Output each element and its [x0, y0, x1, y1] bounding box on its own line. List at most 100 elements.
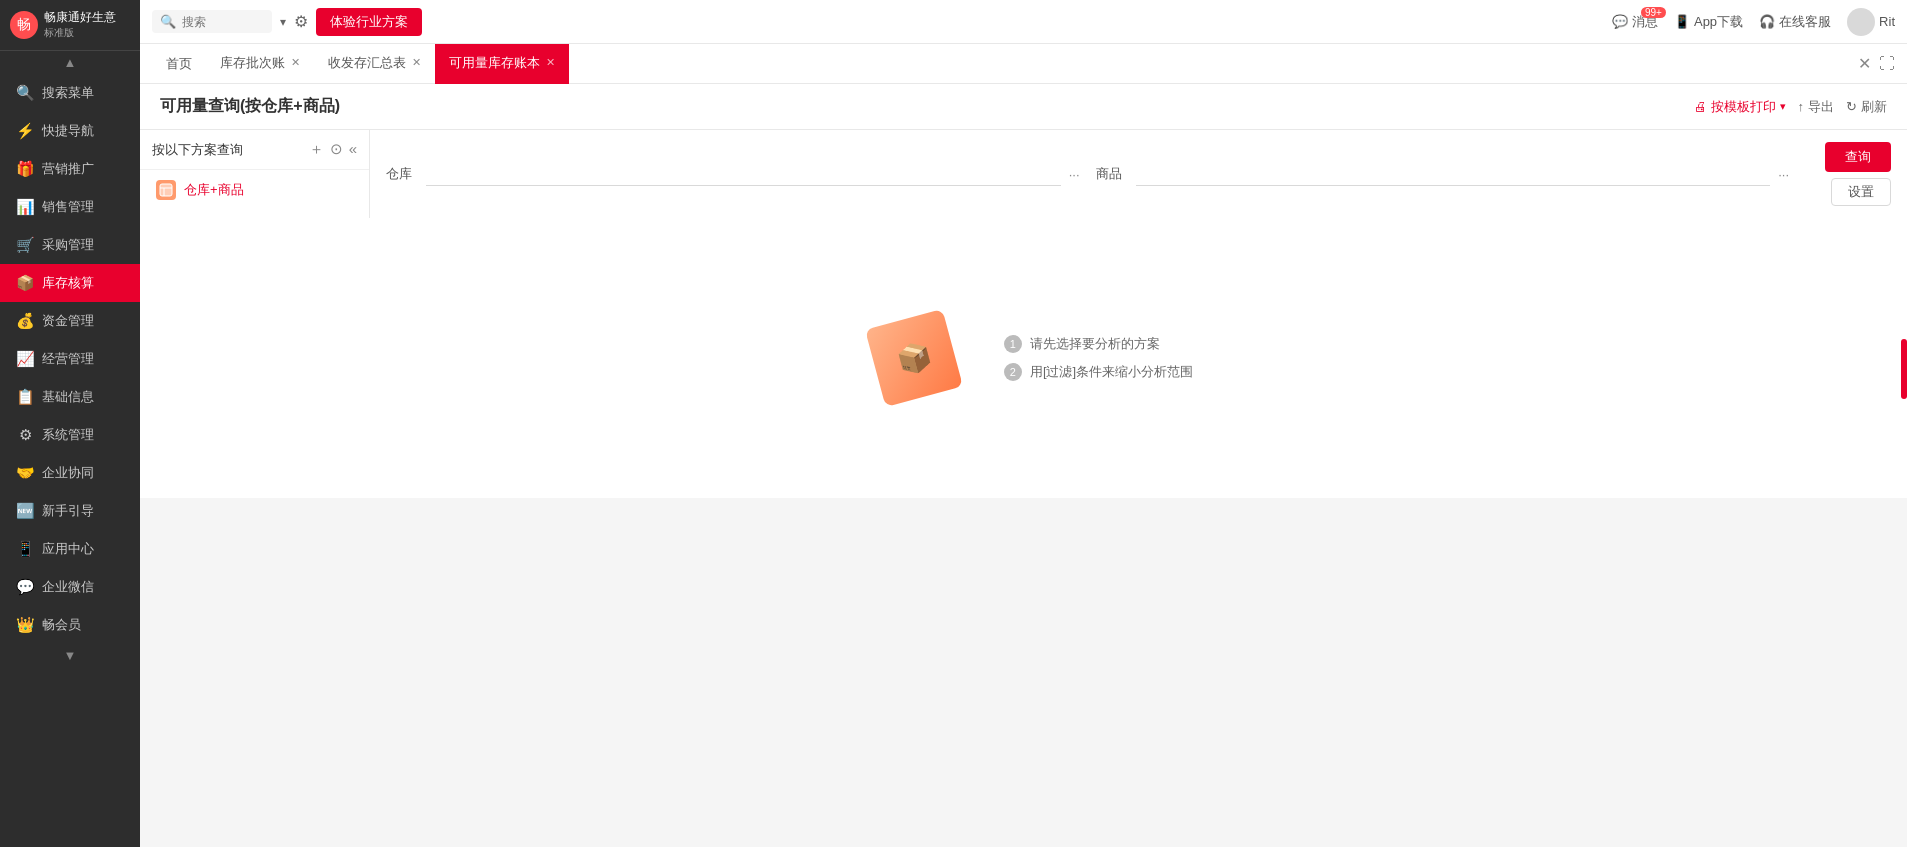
add-scheme-icon[interactable]: ＋	[309, 140, 324, 159]
brand-name: 畅康通好生意	[44, 10, 116, 26]
box-shape: 📦	[865, 309, 963, 407]
search-icon: 🔍	[160, 14, 176, 29]
sidebar-item-wechat[interactable]: 💬 企业微信	[0, 568, 140, 606]
sidebar-item-member[interactable]: 👑 畅会员	[0, 606, 140, 644]
sidebar-item-search[interactable]: 🔍 搜索菜单	[0, 74, 140, 112]
tab-receipt-summary[interactable]: 收发存汇总表 ✕	[314, 44, 435, 84]
settings-scheme-icon[interactable]: ⊙	[330, 140, 343, 159]
sidebar-item-appstore[interactable]: 📱 应用中心	[0, 530, 140, 568]
tab-label: 库存批次账	[220, 54, 285, 72]
brand: 畅 畅康通好生意 标准版	[0, 0, 140, 51]
wechat-icon: 💬	[16, 578, 34, 596]
empty-step-2: 2 用[过滤]条件来缩小分析范围	[1004, 363, 1193, 381]
enterprise-icon: 🤝	[16, 464, 34, 482]
sidebar-item-marketing[interactable]: 🎁 营销推广	[0, 150, 140, 188]
marketing-icon: 🎁	[16, 160, 34, 178]
shortcut-icon: ⚡	[16, 122, 34, 140]
scheme-item-label: 仓库+商品	[184, 181, 244, 199]
sidebar-item-label: 经营管理	[42, 350, 94, 368]
warehouse-field: 仓库 ···	[386, 162, 1080, 186]
goods-input[interactable]	[1136, 162, 1771, 186]
tab-label: 可用量库存账本	[449, 54, 540, 72]
step-2-text: 用[过滤]条件来缩小分析范围	[1030, 363, 1193, 381]
tab-home[interactable]: 首页	[152, 44, 206, 84]
page-content: 可用量查询(按仓库+商品) 🖨 按模板打印 ▾ ↑ 导出 ↻ 刷新	[140, 84, 1907, 847]
export-btn[interactable]: ↑ 导出	[1798, 98, 1835, 116]
expand-icon[interactable]: ⛶	[1879, 55, 1895, 73]
brand-icon: 畅	[10, 11, 38, 39]
dropdown-chevron-icon[interactable]: ▾	[280, 15, 286, 29]
sidebar-scroll-down[interactable]: ▼	[0, 644, 140, 667]
settings-button[interactable]: 设置	[1831, 178, 1891, 206]
scheme-header-actions: ＋ ⊙ «	[309, 140, 357, 159]
page-header: 可用量查询(按仓库+商品) 🖨 按模板打印 ▾ ↑ 导出 ↻ 刷新	[140, 84, 1907, 130]
sidebar-item-sales[interactable]: 📊 销售管理	[0, 188, 140, 226]
basics-icon: 📋	[16, 388, 34, 406]
guide-icon: 🆕	[16, 502, 34, 520]
export-label: 导出	[1808, 98, 1834, 116]
refresh-btn[interactable]: ↻ 刷新	[1846, 98, 1887, 116]
collapse-icon[interactable]: «	[349, 140, 357, 159]
sidebar-item-shortcut[interactable]: ⚡ 快捷导航	[0, 112, 140, 150]
refresh-icon: ↻	[1846, 99, 1857, 114]
message-badge: 99+	[1641, 7, 1666, 18]
sidebar-item-system[interactable]: ⚙ 系统管理	[0, 416, 140, 454]
sidebar-item-label: 搜索菜单	[42, 84, 94, 102]
message-btn[interactable]: 💬 消息 99+	[1612, 13, 1658, 31]
user-avatar-area[interactable]: Rit	[1847, 8, 1895, 36]
warehouse-more-icon[interactable]: ···	[1069, 167, 1080, 182]
search-icon: 🔍	[16, 84, 34, 102]
finance-icon: 💰	[16, 312, 34, 330]
sidebar-item-label: 快捷导航	[42, 122, 94, 140]
close-window-icon[interactable]: ✕	[1858, 54, 1871, 73]
gear-icon[interactable]: ⚙	[294, 12, 308, 31]
warehouse-input[interactable]	[426, 162, 1061, 186]
sidebar-item-inventory[interactable]: 📦 库存核算	[0, 264, 140, 302]
template-print-btn[interactable]: 🖨 按模板打印 ▾	[1694, 98, 1786, 116]
topbar-search-box[interactable]: 🔍	[152, 10, 272, 33]
app-download-btn[interactable]: 📱 App下载	[1674, 13, 1743, 31]
sidebar-scroll-up[interactable]: ▲	[0, 51, 140, 74]
tab-batch-account[interactable]: 库存批次账 ✕	[206, 44, 314, 84]
brand-sub: 标准版	[44, 26, 116, 40]
filter-actions: 查询 设置	[1805, 142, 1891, 206]
svg-rect-0	[160, 184, 172, 196]
sales-icon: 📊	[16, 198, 34, 216]
step-1-number: 1	[1004, 335, 1022, 353]
sidebar-item-purchase[interactable]: 🛒 采购管理	[0, 226, 140, 264]
sidebar-item-label: 企业协同	[42, 464, 94, 482]
empty-step-1: 1 请先选择要分析的方案	[1004, 335, 1193, 353]
online-service-label: 在线客服	[1779, 13, 1831, 31]
close-tab-icon[interactable]: ✕	[546, 56, 555, 69]
scheme-panel-header: 按以下方案查询 ＋ ⊙ «	[140, 130, 369, 170]
message-icon: 💬	[1612, 14, 1628, 29]
headset-icon: 🎧	[1759, 14, 1775, 29]
tab-available-ledger[interactable]: 可用量库存账本 ✕	[435, 44, 569, 84]
sidebar-item-label: 企业微信	[42, 578, 94, 596]
query-button[interactable]: 查询	[1825, 142, 1891, 172]
online-service-btn[interactable]: 🎧 在线客服	[1759, 13, 1831, 31]
sidebar-item-basics[interactable]: 📋 基础信息	[0, 378, 140, 416]
chevron-down-icon[interactable]: ▾	[1780, 100, 1786, 113]
goods-more-icon[interactable]: ···	[1778, 167, 1789, 182]
sidebar-item-label: 畅会员	[42, 616, 81, 634]
sidebar-item-operations[interactable]: 📈 经营管理	[0, 340, 140, 378]
close-tab-icon[interactable]: ✕	[412, 56, 421, 69]
box-face-icon: 📦	[893, 338, 935, 379]
solution-button[interactable]: 体验行业方案	[316, 8, 422, 36]
scheme-item-warehouse-goods[interactable]: 仓库+商品	[140, 170, 369, 210]
sidebar-item-guide[interactable]: 🆕 新手引导	[0, 492, 140, 530]
sidebar-item-finance[interactable]: 💰 资金管理	[0, 302, 140, 340]
filter-area: 仓库 ··· 商品 ··· 查询 设置	[370, 130, 1907, 218]
sidebar-item-enterprise[interactable]: 🤝 企业协同	[0, 454, 140, 492]
goods-label: 商品	[1096, 165, 1128, 183]
search-input[interactable]	[182, 15, 262, 29]
inventory-icon: 📦	[16, 274, 34, 292]
tab-label: 收发存汇总表	[328, 54, 406, 72]
warehouse-label: 仓库	[386, 165, 418, 183]
close-tab-icon[interactable]: ✕	[291, 56, 300, 69]
scheme-panel: 按以下方案查询 ＋ ⊙ « 仓库+商品	[140, 130, 370, 218]
side-scroll-indicator[interactable]	[1901, 339, 1907, 399]
query-area: 按以下方案查询 ＋ ⊙ « 仓库+商品	[140, 130, 1907, 218]
sidebar-item-label: 应用中心	[42, 540, 94, 558]
